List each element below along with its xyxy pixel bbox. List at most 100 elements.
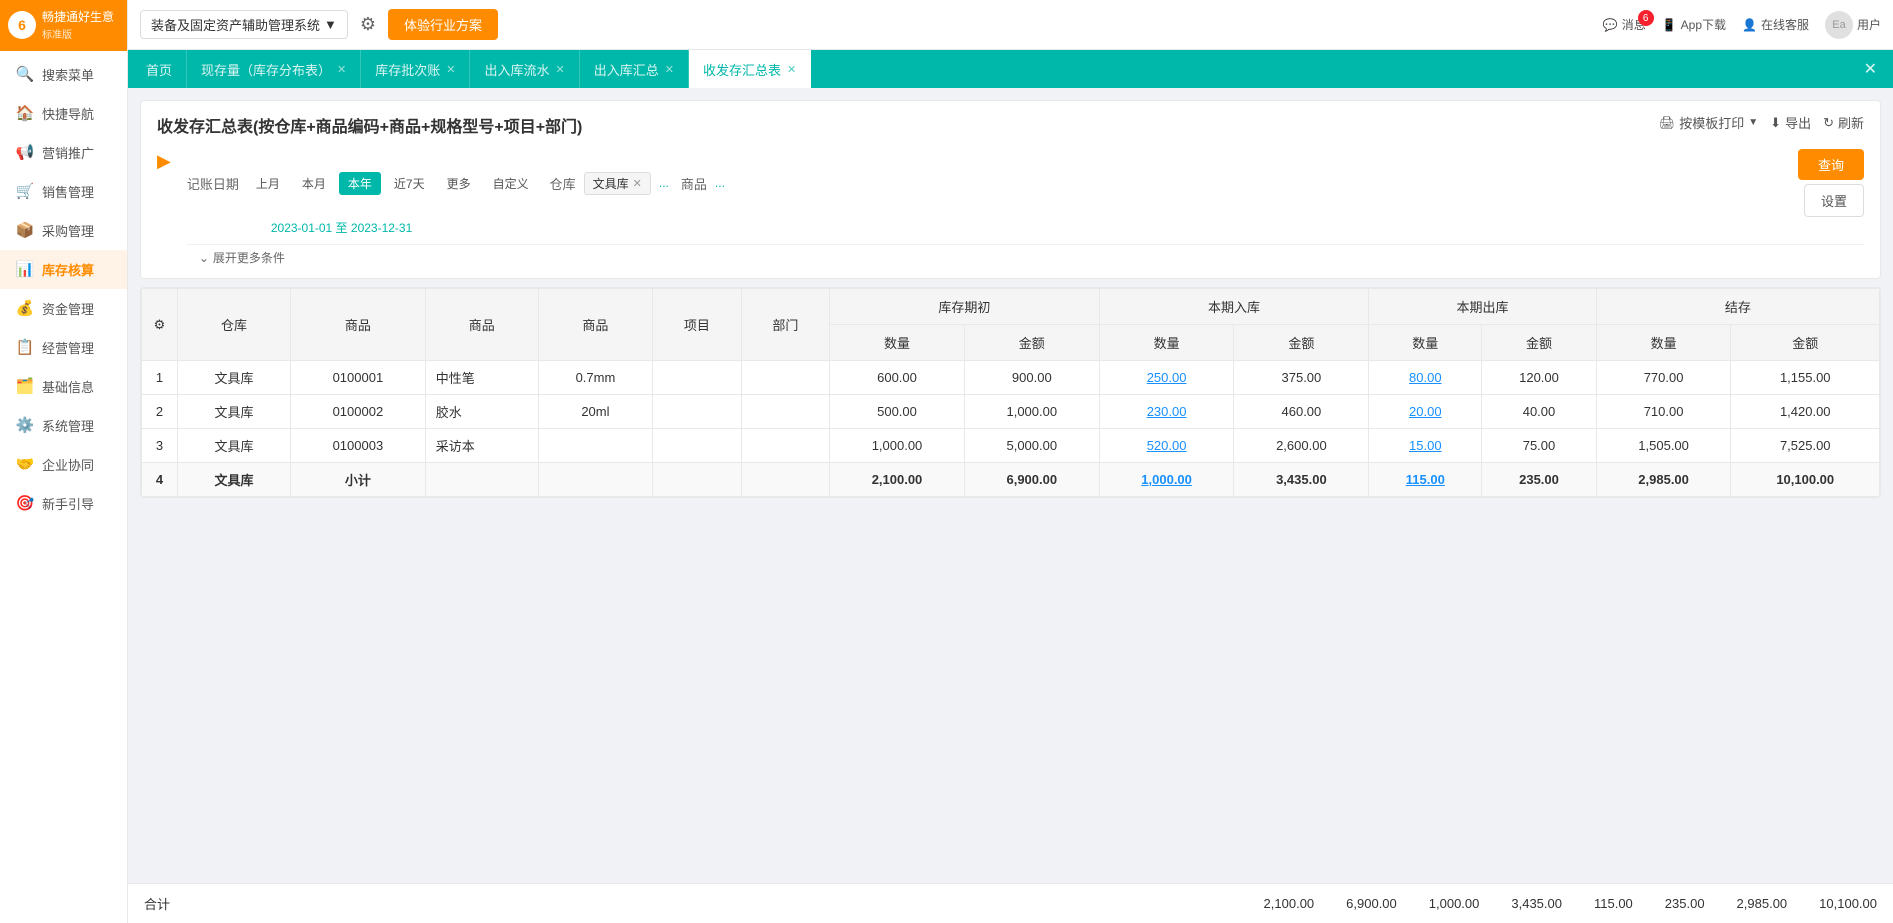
date-btn-last-month[interactable]: 上月 (247, 172, 289, 195)
in-qty-link[interactable]: 250.00 (1147, 370, 1187, 385)
in-qty-link[interactable]: 520.00 (1147, 438, 1187, 453)
sidebar-item-search[interactable]: 🔍 搜索菜单 (0, 55, 127, 94)
table-settings-header[interactable]: ⚙ (142, 289, 178, 361)
warehouse-remove-icon[interactable]: ✕ (633, 177, 642, 190)
subtotal-out-qty-link[interactable]: 115.00 (1406, 472, 1445, 487)
marketing-icon: 📢 (16, 143, 34, 161)
sidebar-item-operations[interactable]: 📋 经营管理 (0, 328, 127, 367)
user-action[interactable]: Ea 用户 (1825, 11, 1881, 39)
row-warehouse: 文具库 (178, 361, 291, 395)
out-qty-link[interactable]: 15.00 (1409, 438, 1442, 453)
tab-receive-summary[interactable]: 收发存汇总表 ✕ (689, 50, 811, 88)
subtotal-empty4 (741, 463, 830, 497)
operations-icon: 📋 (16, 338, 34, 356)
row-balance-amt: 1,420.00 (1731, 395, 1880, 429)
sidebar-item-base[interactable]: 🗂️ 基础信息 (0, 367, 127, 406)
row-out-qty[interactable]: 15.00 (1369, 429, 1482, 463)
settings-button[interactable]: 设置 (1804, 184, 1864, 217)
sidebar-item-finance[interactable]: 💰 资金管理 (0, 289, 127, 328)
row-in-qty[interactable]: 520.00 (1099, 429, 1234, 463)
date-btn-this-month[interactable]: 本月 (293, 172, 335, 195)
print-label: 按模板打印 (1679, 113, 1744, 132)
date-filter-group: 记账日期 上月 本月 本年 近7天 更多 自定义 (187, 172, 538, 195)
row-out-qty[interactable]: 80.00 (1369, 361, 1482, 395)
subtotal-in-qty[interactable]: 1,000.00 (1099, 463, 1234, 497)
col-out-amt: 金额 (1482, 325, 1596, 361)
refresh-action[interactable]: ↻ 刷新 (1823, 113, 1864, 132)
close-all-tabs[interactable]: ✕ (1852, 59, 1889, 79)
query-button[interactable]: 查询 (1798, 149, 1864, 180)
system-select[interactable]: 装备及固定资产辅助管理系统 ▼ (140, 10, 348, 39)
row-dept (741, 361, 830, 395)
subtotal-out-qty[interactable]: 115.00 (1369, 463, 1482, 497)
out-qty-link[interactable]: 80.00 (1409, 370, 1442, 385)
subtotal-out-amt: 235.00 (1482, 463, 1596, 497)
sidebar-item-marketing[interactable]: 📢 营销推广 (0, 133, 127, 172)
tab-inventory-batch[interactable]: 库存批次账 ✕ (361, 50, 470, 88)
sidebar-item-purchase[interactable]: 📦 采购管理 (0, 211, 127, 250)
filter-row: 记账日期 上月 本月 本年 近7天 更多 自定义 仓库 (187, 149, 1864, 217)
footer-balance-qty: 2,985.00 (1737, 896, 1788, 911)
row-dept (741, 429, 830, 463)
tab-inventory-dist[interactable]: 现存量（库存分布表） ✕ (187, 50, 361, 88)
message-action[interactable]: 💬 消息 6 (1603, 16, 1646, 33)
date-btn-this-year[interactable]: 本年 (339, 172, 381, 195)
row-warehouse: 文具库 (178, 429, 291, 463)
in-qty-link[interactable]: 230.00 (1147, 404, 1187, 419)
app-download-action[interactable]: 📱 App下载 (1662, 16, 1726, 33)
row-name: 采访本 (425, 429, 538, 463)
inventory-icon: 📊 (16, 260, 34, 278)
settings-icon[interactable]: ⚙ (360, 14, 376, 35)
row-in-qty[interactable]: 230.00 (1099, 395, 1234, 429)
date-btn-custom[interactable]: 自定义 (484, 172, 538, 195)
col-dept: 部门 (741, 289, 830, 361)
col-project: 项目 (653, 289, 742, 361)
expand-conditions-btn[interactable]: ⌄ 展开更多条件 (187, 244, 1864, 270)
date-btn-7days[interactable]: 近7天 (385, 172, 434, 195)
tab-close-icon[interactable]: ✕ (337, 63, 346, 76)
refresh-label: 刷新 (1838, 113, 1864, 132)
chevron-down-icon: ▼ (324, 17, 337, 32)
trial-button[interactable]: 体验行业方案 (388, 9, 498, 40)
tab-label: 出入库流水 (484, 60, 549, 79)
tab-close-icon[interactable]: ✕ (556, 63, 565, 76)
tab-home[interactable]: 首页 (132, 50, 187, 88)
sales-icon: 🛒 (16, 182, 34, 200)
goods-label: 商品 (681, 174, 707, 193)
row-index: 3 (142, 429, 178, 463)
warehouse-more-btn[interactable]: ... (659, 176, 669, 190)
tab-inout-flow[interactable]: 出入库流水 ✕ (470, 50, 579, 88)
sidebar-item-newbie[interactable]: 🎯 新手引导 (0, 484, 127, 523)
col-balance-qty: 数量 (1596, 325, 1731, 361)
out-qty-link[interactable]: 20.00 (1409, 404, 1442, 419)
sidebar-item-sales[interactable]: 🛒 销售管理 (0, 172, 127, 211)
tab-close-icon[interactable]: ✕ (787, 63, 796, 76)
system-icon: ⚙️ (16, 416, 34, 434)
tab-inout-summary[interactable]: 出入库汇总 ✕ (580, 50, 689, 88)
row-out-qty[interactable]: 20.00 (1369, 395, 1482, 429)
subtotal-in-qty-link[interactable]: 1,000.00 (1141, 472, 1192, 487)
row-project (653, 429, 742, 463)
row-spec (538, 429, 652, 463)
col-name: 商品 (425, 289, 538, 361)
app-download-label: App下载 (1681, 16, 1726, 33)
goods-more-btn[interactable]: ... (715, 176, 725, 190)
sidebar-item-cooperation[interactable]: 🤝 企业协同 (0, 445, 127, 484)
sidebar-item-quicknav[interactable]: 🏠 快捷导航 (0, 94, 127, 133)
sidebar-item-system[interactable]: ⚙️ 系统管理 (0, 406, 127, 445)
tab-close-icon[interactable]: ✕ (665, 63, 674, 76)
export-action[interactable]: ⬇ 导出 (1770, 113, 1811, 132)
row-in-qty[interactable]: 250.00 (1099, 361, 1234, 395)
date-btn-more[interactable]: 更多 (438, 172, 480, 195)
tab-label: 出入库汇总 (594, 60, 659, 79)
warehouse-filter-group: 仓库 文具库 ✕ ... (550, 172, 669, 195)
online-service-action[interactable]: 👤 在线客服 (1742, 16, 1809, 33)
sidebar-item-inventory[interactable]: 📊 库存核算 (0, 250, 127, 289)
col-in-amt: 金额 (1234, 325, 1369, 361)
subtotal-empty1 (425, 463, 538, 497)
col-group-out: 本期出库 (1369, 289, 1596, 325)
filter-expand-icon[interactable]: ▶ (157, 151, 171, 172)
print-template-action[interactable]: 🖨 按模板打印 ▼ (1659, 113, 1758, 132)
tab-close-icon[interactable]: ✕ (446, 63, 455, 76)
warehouse-tag: 文具库 ✕ (584, 172, 651, 195)
